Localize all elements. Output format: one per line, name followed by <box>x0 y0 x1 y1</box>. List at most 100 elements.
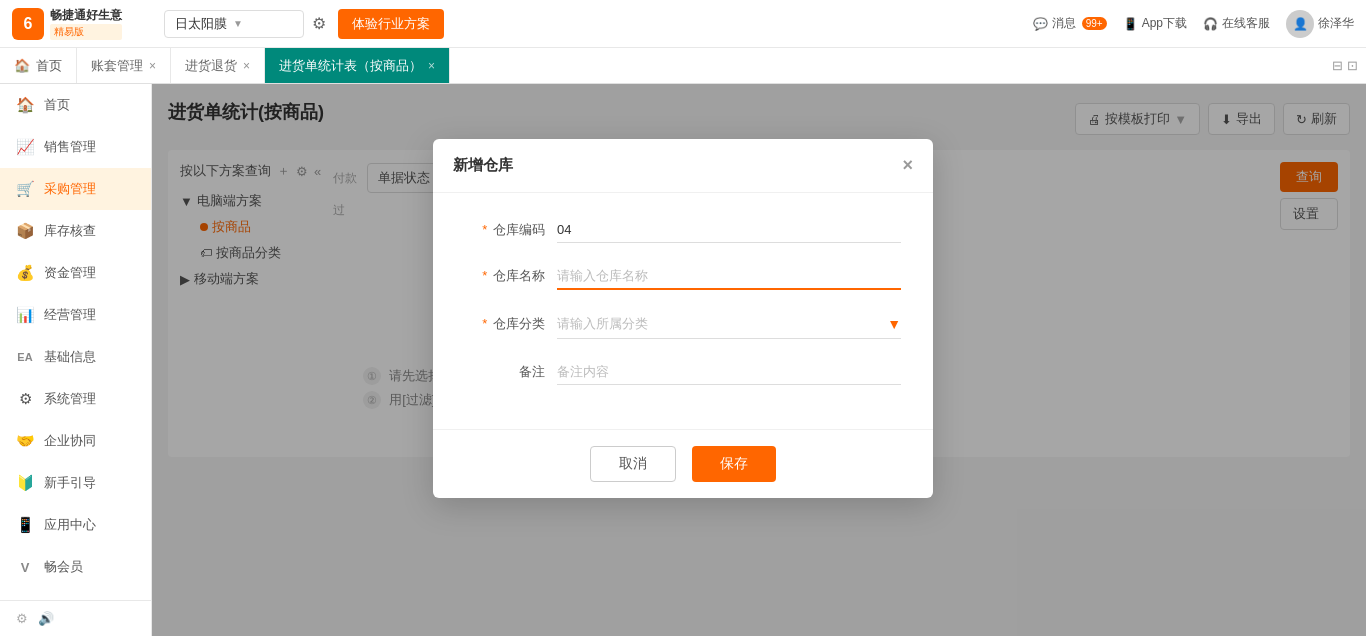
logo-text: 畅捷通好生意 精易版 <box>50 7 122 40</box>
tab-account-label: 账套管理 <box>91 57 143 75</box>
category-label: * 仓库分类 <box>465 315 545 333</box>
username-label: 徐泽华 <box>1318 15 1354 32</box>
sidebar: 🏠 首页 📈 销售管理 🛒 采购管理 📦 库存核查 💰 资金管理 📊 经营管理 … <box>0 84 152 636</box>
form-row-note: 备注 <box>465 359 901 385</box>
warehouse-note-input[interactable] <box>557 359 901 385</box>
dialog-body: * 仓库编码 * 仓库名称 <box>433 193 933 429</box>
app-icon: 📱 <box>1123 17 1138 31</box>
tab-right-controls: ⊟ ⊡ <box>1332 58 1366 73</box>
sidebar-item-system[interactable]: ⚙ 系统管理 <box>0 378 151 420</box>
store-name: 日太阳膜 <box>175 15 227 33</box>
sidebar-item-guide[interactable]: 🔰 新手引导 <box>0 462 151 504</box>
tab-purchase-return-label: 进货退货 <box>185 57 237 75</box>
form-row-name: * 仓库名称 <box>465 263 901 290</box>
required-star-code: * <box>482 222 487 237</box>
tab-purchase-stats[interactable]: 进货单统计表（按商品） × <box>265 48 450 84</box>
name-label: * 仓库名称 <box>465 267 545 285</box>
settings-icon[interactable]: ⚙ <box>312 14 326 33</box>
category-label-text: 仓库分类 <box>493 316 545 331</box>
sidebar-settings-icon[interactable]: ⚙ <box>16 611 28 626</box>
sidebar-item-app-center[interactable]: 📱 应用中心 <box>0 504 151 546</box>
category-placeholder: 请输入所属分类 <box>557 315 648 333</box>
sidebar-item-member[interactable]: V 畅会员 <box>0 546 151 588</box>
message-item[interactable]: 💬 消息 99+ <box>1033 15 1107 32</box>
online-service-label: 在线客服 <box>1222 15 1270 32</box>
sidebar-label-inventory: 库存核查 <box>44 222 96 240</box>
home-icon: 🏠 <box>16 96 34 114</box>
experience-button[interactable]: 体验行业方案 <box>338 9 444 39</box>
operations-icon: 📊 <box>16 306 34 324</box>
sidebar-item-inventory[interactable]: 📦 库存核查 <box>0 210 151 252</box>
dialog-title: 新增仓库 <box>453 156 513 175</box>
sidebar-label-enterprise: 企业协同 <box>44 432 96 450</box>
sidebar-label-sales: 销售管理 <box>44 138 96 156</box>
tab-purchase-stats-close[interactable]: × <box>428 59 435 73</box>
sidebar-label-finance: 资金管理 <box>44 264 96 282</box>
top-header: 6 畅捷通好生意 精易版 日太阳膜 ▼ ⚙ 体验行业方案 💬 消息 99+ 📱 … <box>0 0 1366 48</box>
tab-account-close[interactable]: × <box>149 59 156 73</box>
app-center-icon: 📱 <box>16 516 34 534</box>
required-star-category: * <box>482 316 487 331</box>
purchase-icon: 🛒 <box>16 180 34 198</box>
dialog-footer: 取消 保存 <box>433 429 933 498</box>
enterprise-icon: 🤝 <box>16 432 34 450</box>
headset-icon: 🎧 <box>1203 17 1218 31</box>
save-button[interactable]: 保存 <box>692 446 776 482</box>
sidebar-label-app-center: 应用中心 <box>44 516 96 534</box>
tab-home[interactable]: 🏠 首页 <box>0 48 77 84</box>
sidebar-item-finance[interactable]: 💰 资金管理 <box>0 252 151 294</box>
sidebar-item-home[interactable]: 🏠 首页 <box>0 84 151 126</box>
form-row-code: * 仓库编码 <box>465 217 901 243</box>
finance-icon: 💰 <box>16 264 34 282</box>
tab-purchase-return-close[interactable]: × <box>243 59 250 73</box>
sidebar-audio-icon[interactable]: 🔊 <box>38 611 54 626</box>
content-area: 进货单统计(按商品) 🖨 按模板打印 ▼ ⬇ 导出 ↻ 刷新 <box>152 84 1366 636</box>
cancel-button[interactable]: 取消 <box>590 446 676 482</box>
required-star-name: * <box>482 268 487 283</box>
sidebar-label-home: 首页 <box>44 96 70 114</box>
tab-expand-icon[interactable]: ⊡ <box>1347 58 1358 73</box>
sidebar-item-basic-info[interactable]: EA 基础信息 <box>0 336 151 378</box>
store-selector[interactable]: 日太阳膜 ▼ <box>164 10 304 38</box>
message-badge: 99+ <box>1082 17 1107 30</box>
tab-minimize-icon[interactable]: ⊟ <box>1332 58 1343 73</box>
tab-home-label: 首页 <box>36 57 62 75</box>
note-label-text: 备注 <box>519 364 545 379</box>
category-dropdown-arrow: ▼ <box>887 316 901 332</box>
sidebar-label-operations: 经营管理 <box>44 306 96 324</box>
sidebar-label-basic-info: 基础信息 <box>44 348 96 366</box>
logo-badge: 精易版 <box>50 24 122 40</box>
warehouse-category-select[interactable]: 请输入所属分类 ▼ <box>557 310 901 339</box>
sidebar-item-operations[interactable]: 📊 经营管理 <box>0 294 151 336</box>
sidebar-item-purchase[interactable]: 🛒 采购管理 <box>0 168 151 210</box>
header-right: 💬 消息 99+ 📱 App下载 🎧 在线客服 👤 徐泽华 <box>1033 10 1354 38</box>
basic-info-icon: EA <box>16 348 34 366</box>
logo-area: 6 畅捷通好生意 精易版 <box>12 7 164 40</box>
tab-bar: 🏠 首页 账套管理 × 进货退货 × 进货单统计表（按商品） × ⊟ ⊡ <box>0 48 1366 84</box>
sidebar-label-system: 系统管理 <box>44 390 96 408</box>
sidebar-label-guide: 新手引导 <box>44 474 96 492</box>
message-label: 消息 <box>1052 15 1076 32</box>
form-row-category: * 仓库分类 请输入所属分类 ▼ <box>465 310 901 339</box>
warehouse-code-input[interactable] <box>557 217 901 243</box>
online-service-item[interactable]: 🎧 在线客服 <box>1203 15 1270 32</box>
logo-title: 畅捷通好生意 <box>50 7 122 24</box>
modal-overlay: 新增仓库 × * 仓库编码 * <box>152 84 1366 636</box>
sidebar-bottom: ⚙ 🔊 <box>0 600 151 636</box>
inventory-icon: 📦 <box>16 222 34 240</box>
tab-account[interactable]: 账套管理 × <box>77 48 171 84</box>
note-label: 备注 <box>465 363 545 381</box>
sidebar-item-sales[interactable]: 📈 销售管理 <box>0 126 151 168</box>
tab-purchase-return[interactable]: 进货退货 × <box>171 48 265 84</box>
app-download-item[interactable]: 📱 App下载 <box>1123 15 1187 32</box>
sidebar-label-member: 畅会员 <box>44 558 83 576</box>
message-icon: 💬 <box>1033 17 1048 31</box>
main-layout: 🏠 首页 📈 销售管理 🛒 采购管理 📦 库存核查 💰 资金管理 📊 经营管理 … <box>0 84 1366 636</box>
dialog-close-button[interactable]: × <box>902 155 913 176</box>
user-item[interactable]: 👤 徐泽华 <box>1286 10 1354 38</box>
avatar: 👤 <box>1286 10 1314 38</box>
sidebar-item-enterprise[interactable]: 🤝 企业协同 <box>0 420 151 462</box>
member-icon: V <box>16 558 34 576</box>
warehouse-name-input[interactable] <box>557 263 901 290</box>
logo-icon: 6 <box>12 8 44 40</box>
